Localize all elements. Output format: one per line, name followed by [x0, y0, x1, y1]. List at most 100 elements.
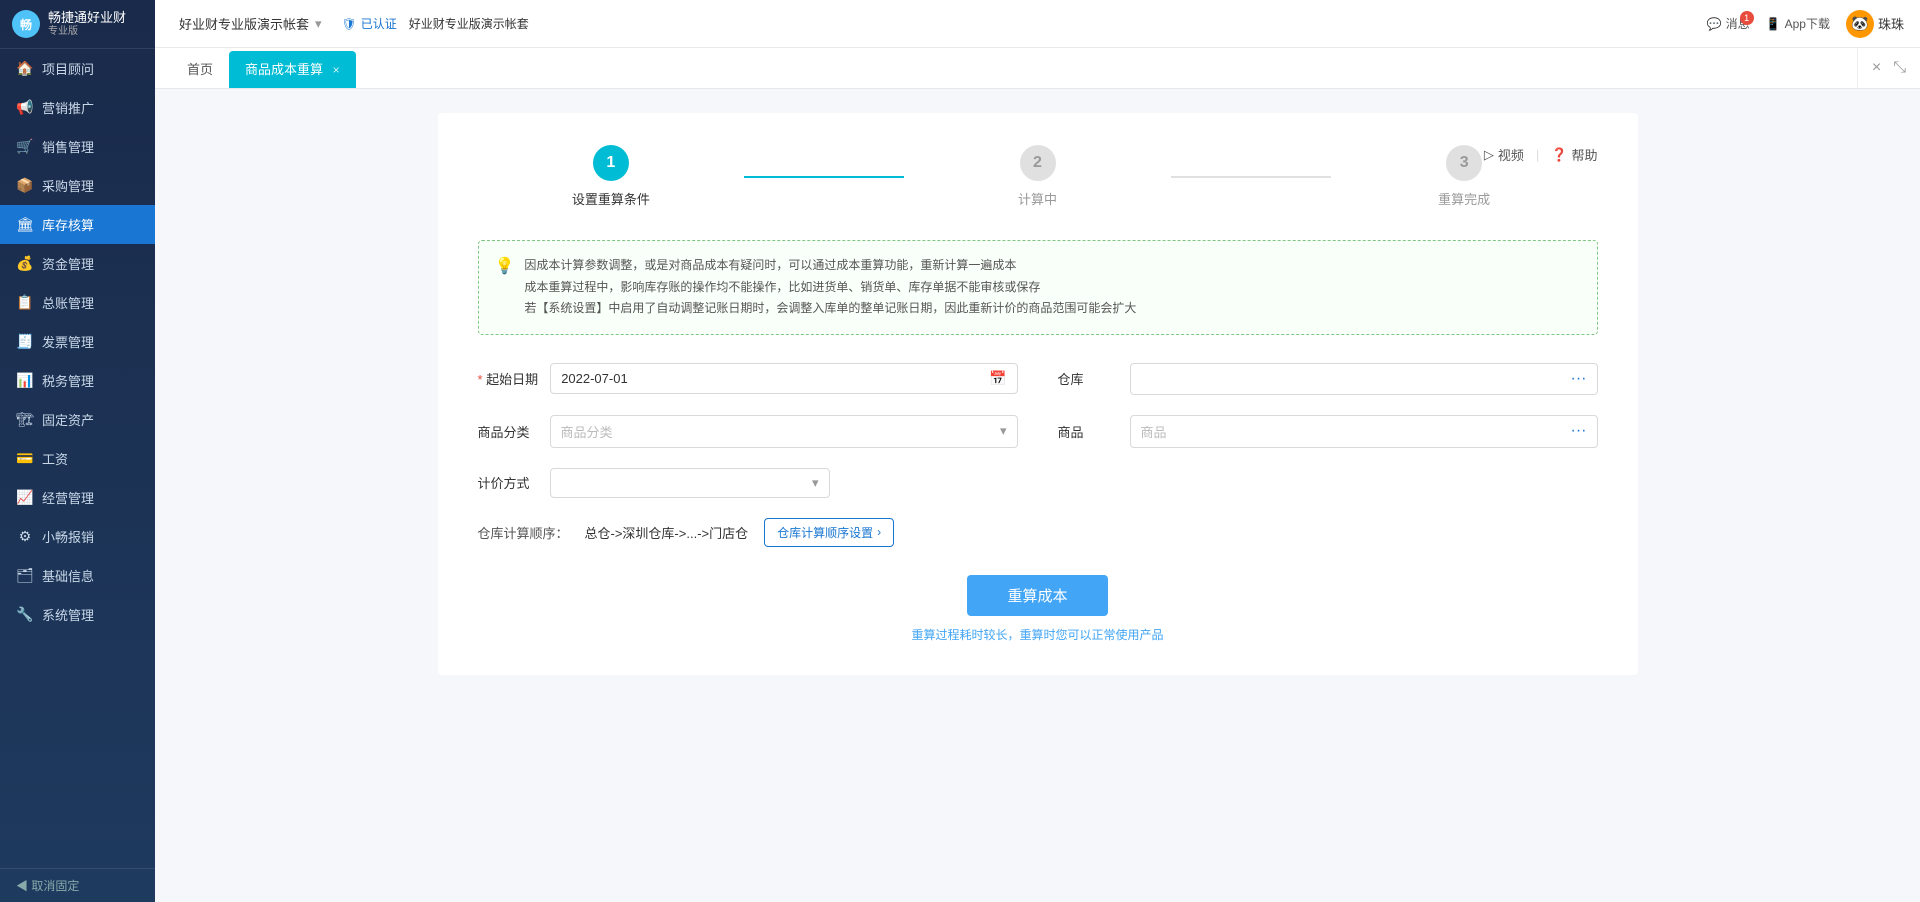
sidebar-item-固定资产[interactable]: 🏗 固定资产	[0, 400, 155, 439]
sidebar-item-小畅报销[interactable]: ⚙ 小畅报销	[0, 517, 155, 556]
warehouse-dots-icon: ···	[1571, 370, 1587, 388]
step-2-label: 计算中	[1018, 189, 1057, 208]
avatar: 🐼	[1846, 10, 1874, 38]
pricing-arrow-icon: ▾	[812, 475, 819, 491]
sidebar-item-基础信息[interactable]: 🗂 基础信息	[0, 556, 155, 595]
goods-row: 商品 商品 ···	[1058, 415, 1598, 448]
account-full-name: 好业财专业版演示帐套	[409, 15, 529, 32]
recalc-section: 重算成本 重算过程耗时较长，重算时您可以正常使用产品	[478, 575, 1598, 643]
shield-icon: 🛡	[342, 17, 357, 31]
marketing-icon: 📢	[16, 99, 34, 116]
ops-icon: 📈	[16, 489, 34, 506]
logo-text: 畅捷通好业财 专业版	[48, 10, 126, 38]
verified-badge: 🛡 已认证	[342, 15, 397, 32]
sidebar-item-经营管理[interactable]: 📈 经营管理	[0, 478, 155, 517]
recalc-button[interactable]: 重算成本	[967, 575, 1107, 616]
sidebar-item-销售管理[interactable]: 🛒 销售管理	[0, 127, 155, 166]
step-connector-1-2	[744, 176, 904, 178]
expense-icon: ⚙	[16, 528, 34, 545]
user-menu[interactable]: 🐼 珠珠	[1846, 10, 1904, 38]
home-icon: 🏠	[16, 60, 34, 77]
step-1-label: 设置重算条件	[572, 189, 650, 208]
content-area: ▷ 视频 | ❓ 帮助 1 设置重算条件	[155, 89, 1920, 902]
warehouse-calc-row: 仓库计算顺序： 总仓->深圳仓库->...->门店仓 仓库计算顺序设置 ›	[478, 518, 1598, 547]
sidebar-item-税务管理[interactable]: 📊 税务管理	[0, 361, 155, 400]
sidebar-logo: 畅 畅捷通好业财 专业版	[0, 0, 155, 49]
sidebar-item-项目顾问[interactable]: 🏠 项目顾问	[0, 49, 155, 88]
warehouse-calc-label: 仓库计算顺序：	[478, 523, 569, 542]
start-date-input[interactable]: 2022-07-01 📅	[550, 363, 1017, 394]
warehouse-label: 仓库	[1058, 369, 1118, 388]
warehouse-calc-settings-button[interactable]: 仓库计算顺序设置 ›	[764, 518, 894, 547]
start-date-label: 起始日期	[478, 369, 539, 388]
close-window-button[interactable]: ×	[1870, 57, 1883, 79]
step-connector-2-3	[1171, 176, 1331, 178]
step-2: 2 计算中	[904, 145, 1171, 208]
message-icon: 💬	[1707, 17, 1722, 31]
asset-icon: 🏗	[16, 411, 34, 428]
category-row: 商品分类 商品分类 ▾	[478, 415, 1018, 448]
expand-window-button[interactable]: ⤡	[1891, 57, 1908, 79]
sales-icon: 🛒	[16, 138, 34, 155]
goods-input[interactable]: 商品 ···	[1130, 415, 1598, 448]
info-box: 💡 因成本计算参数调整，或是对商品成本有疑问时，可以通过成本重算功能，重新计算一…	[478, 240, 1598, 335]
form-grid: 起始日期 2022-07-01 📅 仓库 ··· 商品分类	[478, 363, 1598, 448]
app-download-button[interactable]: 📱 App下载	[1766, 15, 1830, 32]
sidebar-item-营销推广[interactable]: 📢 营销推广	[0, 88, 155, 127]
chevron-right-icon: ›	[877, 525, 881, 539]
sidebar-item-工资[interactable]: 💳 工资	[0, 439, 155, 478]
sidebar-item-资金管理[interactable]: 💰 资金管理	[0, 244, 155, 283]
tax-icon: 📊	[16, 372, 34, 389]
pricing-row: 计价方式 ▾	[478, 468, 1598, 498]
info-icon: 💡	[495, 256, 515, 320]
goods-dots-icon: ···	[1571, 422, 1587, 440]
warehouse-row: 仓库 ···	[1058, 363, 1598, 395]
step-3-label: 重算完成	[1438, 189, 1490, 208]
sidebar-item-库存核算[interactable]: 🏛 库存核算	[0, 205, 155, 244]
phone-icon: 📱	[1766, 17, 1781, 31]
warehouse-input[interactable]: ···	[1130, 363, 1598, 395]
pricing-select[interactable]: ▾	[550, 468, 830, 498]
info-text: 因成本计算参数调整，或是对商品成本有疑问时，可以通过成本重算功能，重新计算一遍成…	[524, 255, 1136, 320]
tab-cost-recalc[interactable]: 商品成本重算 ×	[229, 51, 356, 88]
invoice-icon: 🧾	[16, 333, 34, 350]
sidebar: 畅 畅捷通好业财 专业版 🏠 项目顾问 📢 营销推广 🛒 销售管理 📦 采购管理…	[0, 0, 155, 902]
tab-home[interactable]: 首页	[171, 51, 229, 88]
start-date-row: 起始日期 2022-07-01 📅	[478, 363, 1018, 395]
category-arrow-icon: ▾	[1000, 423, 1007, 439]
account-selector[interactable]: 好业财专业版演示帐套 ▾	[171, 10, 330, 37]
pricing-label: 计价方式	[478, 473, 538, 492]
base-info-icon: 🗂	[16, 567, 34, 584]
system-icon: 🔧	[16, 606, 34, 623]
notification-badge: 1	[1740, 11, 1754, 25]
page-wrapper: ▷ 视频 | ❓ 帮助 1 设置重算条件	[438, 113, 1638, 675]
category-select[interactable]: 商品分类 ▾	[550, 415, 1018, 448]
step-2-circle: 2	[1020, 145, 1056, 181]
finance-icon: 💰	[16, 255, 34, 272]
step-1-circle: 1	[593, 145, 629, 181]
inventory-icon: 🏛	[16, 216, 34, 233]
sidebar-item-系统管理[interactable]: 🔧 系统管理	[0, 595, 155, 634]
step-3-circle: 3	[1446, 145, 1482, 181]
goods-label: 商品	[1058, 422, 1118, 441]
sidebar-item-总账管理[interactable]: 📋 总账管理	[0, 283, 155, 322]
calendar-icon[interactable]: 📅	[989, 370, 1006, 387]
salary-icon: 💳	[16, 450, 34, 467]
ledger-icon: 📋	[16, 294, 34, 311]
warehouse-calc-value: 总仓->深圳仓库->...->门店仓	[585, 523, 749, 542]
sidebar-unpin-button[interactable]: ◀ 取消固定	[0, 868, 155, 902]
stepper: 1 设置重算条件 2 计算中 3 重算完成	[478, 145, 1598, 208]
messages-button[interactable]: 💬 消息 1	[1707, 15, 1750, 32]
recalc-hint: 重算过程耗时较长，重算时您可以正常使用产品	[478, 626, 1598, 643]
chevron-down-icon: ▾	[315, 16, 322, 32]
tab-bar: 首页 商品成本重算 ×	[155, 48, 1857, 88]
tab-close-button[interactable]: ×	[333, 63, 340, 77]
topbar: 好业财专业版演示帐套 ▾ 🛡 已认证 好业财专业版演示帐套 💬 消息 1 📱 A…	[155, 0, 1920, 48]
sidebar-item-采购管理[interactable]: 📦 采购管理	[0, 166, 155, 205]
sidebar-item-发票管理[interactable]: 🧾 发票管理	[0, 322, 155, 361]
category-label: 商品分类	[478, 422, 538, 441]
main-area: 好业财专业版演示帐套 ▾ 🛡 已认证 好业财专业版演示帐套 💬 消息 1 📱 A…	[155, 0, 1920, 902]
step-3: 3 重算完成	[1331, 145, 1598, 208]
purchase-icon: 📦	[16, 177, 34, 194]
topbar-right: 💬 消息 1 📱 App下载 🐼 珠珠	[1707, 10, 1904, 38]
